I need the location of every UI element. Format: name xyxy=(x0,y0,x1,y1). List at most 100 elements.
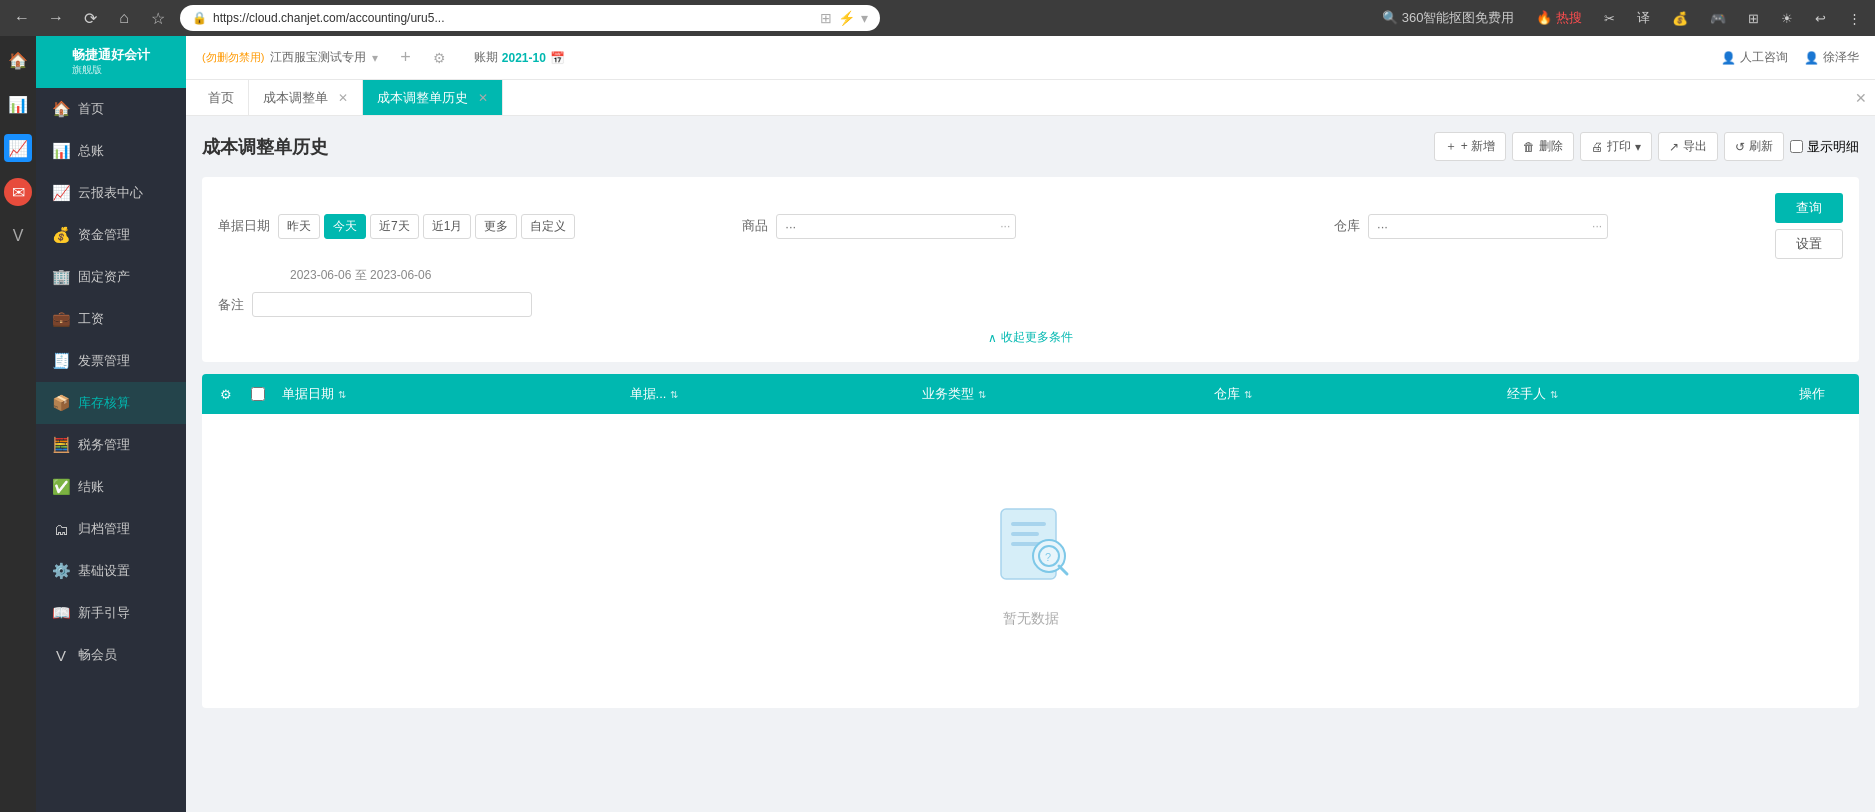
add-button[interactable]: ＋ + 新增 xyxy=(1434,132,1506,161)
icon-sidebar-item-3[interactable]: 📈 xyxy=(4,134,32,162)
period-info: 账期 2021-10 📅 xyxy=(474,49,565,66)
account-dropdown-icon[interactable]: ▾ xyxy=(372,51,378,65)
icon-sidebar-item-1[interactable]: 🏠 xyxy=(4,46,32,74)
goods-input[interactable] xyxy=(776,214,1016,239)
extensions-icon[interactable]: ⊞ xyxy=(820,10,832,26)
user-button[interactable]: 👤 徐泽华 xyxy=(1804,49,1859,66)
wallet-tool[interactable]: 💰 xyxy=(1666,9,1694,28)
th-date[interactable]: 单据日期 ⇅ xyxy=(274,385,622,403)
th-warehouse[interactable]: 仓库 ⇅ xyxy=(1206,385,1498,403)
add-account-button[interactable]: + xyxy=(390,42,421,73)
tab-close-cost-adjust[interactable]: ✕ xyxy=(338,91,348,105)
nav-item-checkout[interactable]: ✅ 结账 xyxy=(36,466,186,508)
select-all-checkbox[interactable] xyxy=(251,387,265,401)
warehouse-input[interactable] xyxy=(1368,214,1608,239)
nav-item-archive[interactable]: 🗂 归档管理 xyxy=(36,508,186,550)
th-settings[interactable]: ⚙ xyxy=(210,387,242,402)
filter-row-1: 单据日期 昨天 今天 近7天 近1月 xyxy=(218,193,1843,259)
fund-icon: 💰 xyxy=(52,226,70,244)
account-selector[interactable]: (勿删勿禁用) 江西服宝测试专用 ▾ xyxy=(202,49,378,66)
nav-item-tax[interactable]: 🧮 税务管理 xyxy=(36,424,186,466)
url-text: https://cloud.chanjet.com/accounting/uru… xyxy=(213,11,814,25)
display-tool[interactable]: ☀ xyxy=(1775,9,1799,28)
scissors-tool[interactable]: ✂ xyxy=(1598,9,1621,28)
tab-close-cost-adjust-history[interactable]: ✕ xyxy=(478,91,488,105)
settings-gear-icon[interactable]: ⚙ xyxy=(433,50,446,66)
date-buttons: 昨天 今天 近7天 近1月 更多 xyxy=(278,214,575,239)
browser-nav-buttons: ← → ⟳ ⌂ ☆ xyxy=(8,4,172,32)
vip-icon: V xyxy=(52,647,70,664)
collapse-button[interactable]: ∧ 收起更多条件 xyxy=(988,329,1073,346)
warehouse-select-wrapper xyxy=(1368,214,1608,239)
more-tool[interactable]: ⋮ xyxy=(1842,9,1867,28)
cloud-report-icon: 📈 xyxy=(52,184,70,202)
forward-button[interactable]: → xyxy=(42,4,70,32)
icon-sidebar-item-5[interactable]: V xyxy=(4,222,32,250)
translate-tool[interactable]: 译 xyxy=(1631,7,1656,29)
address-bar[interactable]: 🔒 https://cloud.chanjet.com/accounting/u… xyxy=(180,5,880,31)
lock-icon: 🔒 xyxy=(192,11,207,25)
nav-item-fixed-assets[interactable]: 🏢 固定资产 xyxy=(36,256,186,298)
date-btn-today[interactable]: 今天 xyxy=(324,214,366,239)
show-detail-checkbox[interactable] xyxy=(1790,140,1803,153)
nav-item-guide[interactable]: 📖 新手引导 xyxy=(36,592,186,634)
sort-operator-icon: ⇅ xyxy=(1550,389,1558,400)
icon-sidebar-item-2[interactable]: 📊 xyxy=(4,90,32,118)
svg-rect-1 xyxy=(1011,522,1046,526)
search-tool[interactable]: 🔍 360智能抠图免费用 xyxy=(1376,7,1520,29)
nav-item-payroll[interactable]: 💼 工资 xyxy=(36,298,186,340)
refresh-button[interactable]: ↺ 刷新 xyxy=(1724,132,1784,161)
delete-button[interactable]: 🗑 删除 xyxy=(1512,132,1574,161)
th-type[interactable]: 业务类型 ⇅ xyxy=(914,385,1206,403)
service-icon: 👤 xyxy=(1721,51,1736,65)
tab-cost-adjust[interactable]: 成本调整单 ✕ xyxy=(249,80,363,115)
nav-item-ledger[interactable]: 📊 总账 xyxy=(36,130,186,172)
print-button[interactable]: 🖨 打印 ▾ xyxy=(1580,132,1652,161)
home-button[interactable]: ⌂ xyxy=(110,4,138,32)
game-tool[interactable]: 🎮 xyxy=(1704,9,1732,28)
date-btn-1month[interactable]: 近1月 xyxy=(423,214,472,239)
logo-name: 畅捷通好会计 xyxy=(72,47,150,63)
bookmark-button[interactable]: ☆ xyxy=(144,4,172,32)
date-btn-more[interactable]: 更多 xyxy=(475,214,517,239)
hot-search-tool[interactable]: 🔥 热搜 xyxy=(1530,7,1588,29)
nav-item-settings[interactable]: ⚙️ 基础设置 xyxy=(36,550,186,592)
lightning-icon[interactable]: ⚡ xyxy=(838,10,855,26)
period-calendar-icon[interactable]: 📅 xyxy=(550,51,565,65)
filter-action-buttons: 查询 设置 xyxy=(1775,193,1843,259)
refresh-icon: ↺ xyxy=(1735,140,1745,154)
nav-item-cloud-report[interactable]: 📈 云报表中心 xyxy=(36,172,186,214)
goods-select-wrapper xyxy=(776,214,1016,239)
query-button[interactable]: 查询 xyxy=(1775,193,1843,223)
invoice-icon: 🧾 xyxy=(52,352,70,370)
date-btn-7days[interactable]: 近7天 xyxy=(370,214,419,239)
icon-sidebar-item-4[interactable]: ✉ xyxy=(4,178,32,206)
reload-button[interactable]: ⟳ xyxy=(76,4,104,32)
nav-item-inventory[interactable]: 📦 库存核算 xyxy=(36,382,186,424)
nav-item-vip[interactable]: V 畅会员 xyxy=(36,634,186,676)
reset-button[interactable]: 设置 xyxy=(1775,229,1843,259)
export-button[interactable]: ↗ 导出 xyxy=(1658,132,1718,161)
grid-tool[interactable]: ⊞ xyxy=(1742,9,1765,28)
undo-tool[interactable]: ↩ xyxy=(1809,9,1832,28)
tab-cost-adjust-history[interactable]: 成本调整单历史 ✕ xyxy=(363,80,503,115)
remark-input[interactable] xyxy=(252,292,532,317)
tab-close-all-icon[interactable]: ✕ xyxy=(1855,90,1867,106)
date-btn-custom[interactable]: 自定义 xyxy=(521,214,575,239)
delete-icon: 🗑 xyxy=(1523,140,1535,154)
dropdown-icon[interactable]: ▾ xyxy=(861,10,868,26)
back-button[interactable]: ← xyxy=(8,4,36,32)
service-button[interactable]: 👤 人工咨询 xyxy=(1721,49,1788,66)
th-checkbox[interactable] xyxy=(242,387,274,401)
show-detail-label[interactable]: 显示明细 xyxy=(1790,138,1859,156)
th-operator[interactable]: 经手人 ⇅ xyxy=(1499,385,1791,403)
th-num[interactable]: 单据... ⇅ xyxy=(622,385,914,403)
nav-item-home[interactable]: 🏠 首页 xyxy=(36,88,186,130)
table-header: ⚙ 单据日期 ⇅ 单据... ⇅ 业务类型 ⇅ xyxy=(202,374,1859,414)
date-btn-yesterday[interactable]: 昨天 xyxy=(278,214,320,239)
tab-home[interactable]: 首页 xyxy=(194,80,249,115)
nav-item-fund[interactable]: 💰 资金管理 xyxy=(36,214,186,256)
nav-item-invoice[interactable]: 🧾 发票管理 xyxy=(36,340,186,382)
empty-text: 暂无数据 xyxy=(1003,610,1059,628)
account-warning: (勿删勿禁用) xyxy=(202,50,264,65)
